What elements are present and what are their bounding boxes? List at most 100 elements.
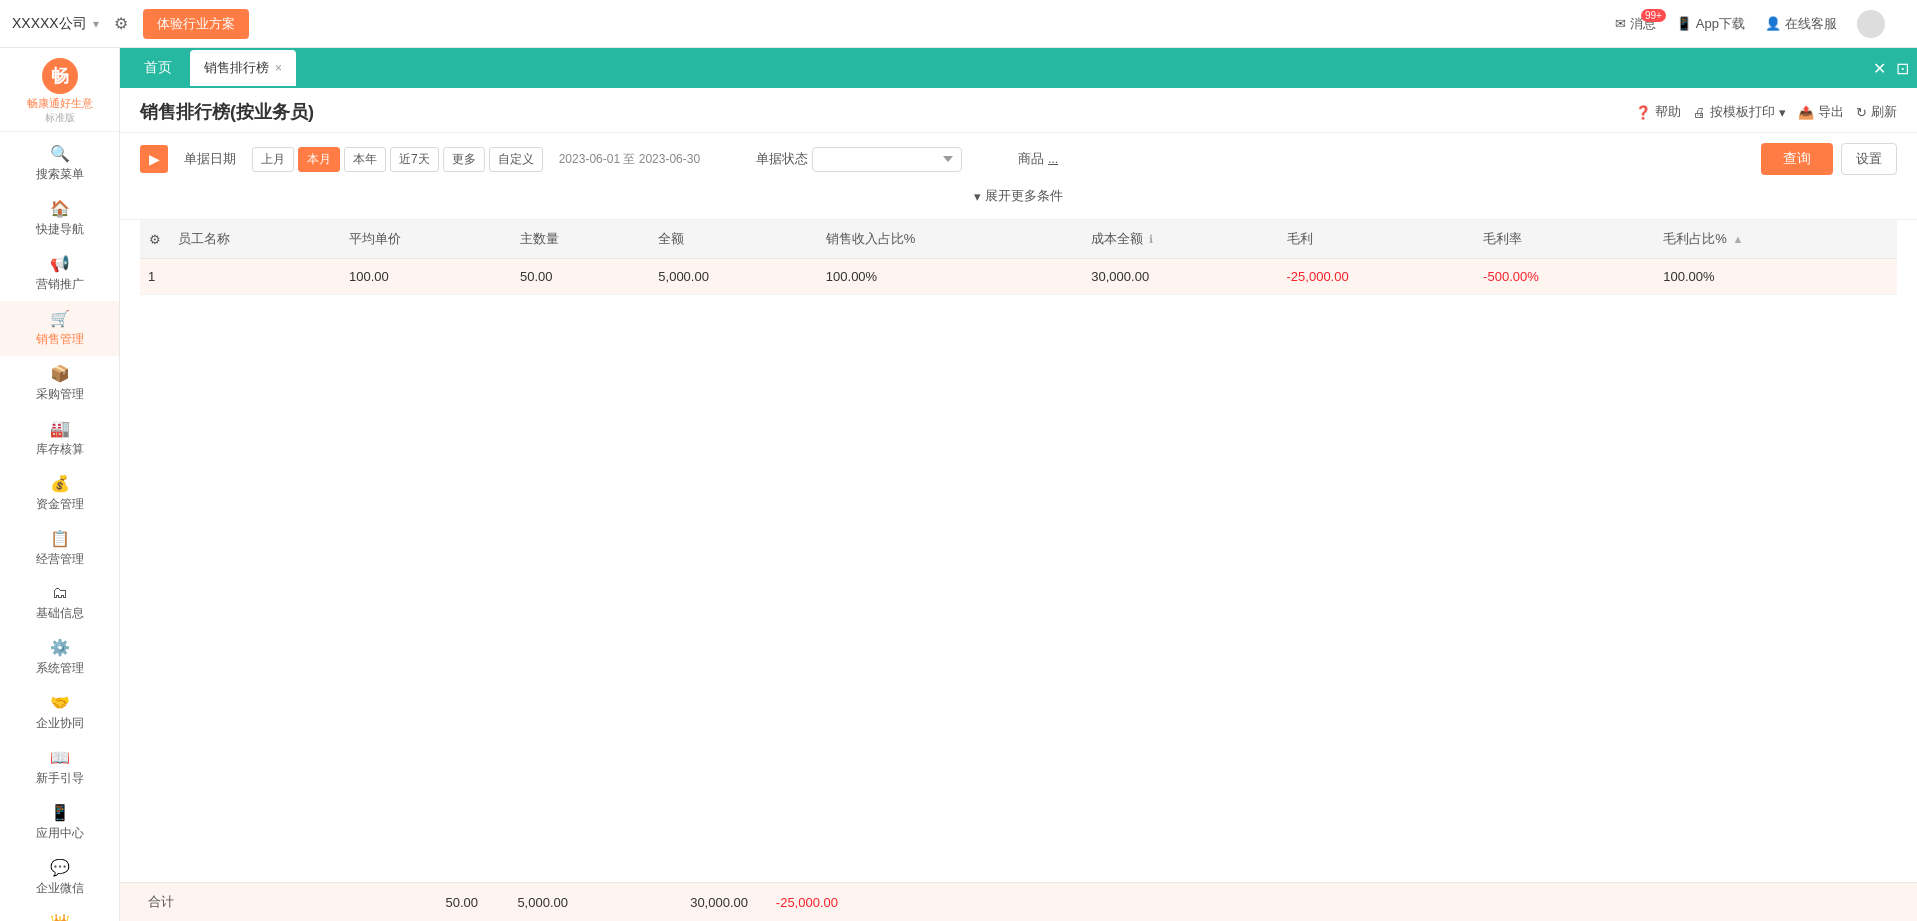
filter-toggle-button[interactable]: ▶ xyxy=(140,145,168,173)
chevron-down-icon: ▾ xyxy=(93,17,99,31)
goods-more-btn[interactable]: ... xyxy=(1048,152,1058,166)
cell-profit-pct: 100.00% xyxy=(1655,259,1897,295)
logo-icon: 畅 xyxy=(42,58,78,94)
sales-icon: 🛒 xyxy=(50,309,70,328)
date-buttons: 上月 本月 本年 近7天 更多 自定义 xyxy=(252,147,543,172)
footer-total-label: 合计 xyxy=(148,893,228,911)
trial-button[interactable]: 体验行业方案 xyxy=(143,9,249,39)
date-btn-this-year[interactable]: 本年 xyxy=(344,147,386,172)
help-button[interactable]: ❓ 帮助 xyxy=(1635,103,1681,121)
page-title: 销售排行榜(按业务员) xyxy=(140,100,314,124)
sidebar-label-wechat: 企业微信 xyxy=(36,880,84,897)
sidebar-item-wechat[interactable]: 💬 企业微信 xyxy=(0,850,119,905)
sidebar-item-app-center[interactable]: 📱 应用中心 xyxy=(0,795,119,850)
logo-sub: 标准版 xyxy=(45,111,75,125)
page-content: 销售排行榜(按业务员) ❓ 帮助 🖨 按模板打印 ▾ 📤 导出 ↻ 刷新 xyxy=(120,88,1917,921)
sidebar-label-guide: 新手引导 xyxy=(36,770,84,787)
message-icon: ✉ xyxy=(1615,16,1626,31)
expand-conditions-button[interactable]: ▾ 展开更多条件 xyxy=(974,187,1063,205)
system-icon: ⚙️ xyxy=(50,638,70,657)
sidebar-label-search: 搜索菜单 xyxy=(36,166,84,183)
main-content: 首页 销售排行榜 × ✕ ⊡ 销售排行榜(按业务员) ❓ 帮助 🖨 按模板打印 … xyxy=(120,48,1917,921)
help-icon: ❓ xyxy=(1635,105,1651,120)
print-button[interactable]: 🖨 按模板打印 ▾ xyxy=(1693,103,1786,121)
column-settings-button[interactable]: 设置 xyxy=(1841,143,1897,175)
sidebar-label-purchase: 采购管理 xyxy=(36,386,84,403)
cell-avg-price: 100.00 xyxy=(341,259,512,295)
sidebar-item-system[interactable]: ⚙️ 系统管理 xyxy=(0,630,119,685)
sidebar-label-sales: 销售管理 xyxy=(36,331,84,348)
restore-window-icon[interactable]: ⊡ xyxy=(1896,59,1909,78)
sidebar-item-guide[interactable]: 📖 新手引导 xyxy=(0,740,119,795)
cost-info-icon: ℹ xyxy=(1149,233,1153,245)
sidebar-item-quick-nav[interactable]: 🏠 快捷导航 xyxy=(0,191,119,246)
expand-chevron-icon: ▾ xyxy=(974,189,981,204)
date-btn-current-month[interactable]: 本月 xyxy=(298,147,340,172)
tab-sales-ranking[interactable]: 销售排行榜 × xyxy=(190,50,296,86)
col-profit-rate: 毛利率 xyxy=(1475,220,1655,259)
col-avg-price: 平均单价 xyxy=(341,220,512,259)
sidebar-item-finance[interactable]: 💰 资金管理 xyxy=(0,466,119,521)
top-bar-right: ✉ 消息 99+ 📱 App下载 👤 在线客服 xyxy=(1615,10,1905,38)
tab-bar: 首页 销售排行榜 × ✕ ⊡ xyxy=(120,48,1917,88)
logo-area: 畅 畅康通好生意 标准版 xyxy=(0,48,119,132)
sidebar-item-basic-info[interactable]: 🗂 基础信息 xyxy=(0,576,119,630)
status-label: 单据状态 xyxy=(756,150,808,168)
cell-cost: 30,000.00 xyxy=(1083,259,1278,295)
tab-close-icon[interactable]: × xyxy=(275,61,282,75)
sidebar-label-marketing: 营销推广 xyxy=(36,276,84,293)
sidebar-item-member[interactable]: 👑 畅会员 xyxy=(0,905,119,921)
goods-label: 商品 xyxy=(1018,150,1044,168)
top-bar: XXXXX公司 ▾ ⚙ 体验行业方案 ✉ 消息 99+ 📱 App下载 👤 在线… xyxy=(0,0,1917,48)
sidebar-item-purchase[interactable]: 📦 采购管理 xyxy=(0,356,119,411)
print-chevron-icon: ▾ xyxy=(1779,105,1786,120)
filter-row-1: ▶ 单据日期 上月 本月 本年 近7天 更多 自定义 2023-06-01 至 … xyxy=(140,143,1897,175)
table-footer: 合计 50.00 5,000.00 30,000.00 -25,000.00 xyxy=(120,882,1917,921)
cell-profit: -25,000.00 xyxy=(1279,259,1476,295)
company-selector[interactable]: XXXXX公司 ▾ xyxy=(12,15,99,33)
export-button[interactable]: 📤 导出 xyxy=(1798,103,1844,121)
date-btn-more[interactable]: 更多 xyxy=(443,147,485,172)
cell-profit-rate: -500.00% xyxy=(1475,259,1655,295)
cell-main-qty: 50.00 xyxy=(512,259,650,295)
sidebar-item-inventory[interactable]: 🏭 库存核算 xyxy=(0,411,119,466)
query-button[interactable]: 查询 xyxy=(1761,143,1833,175)
sidebar-item-operations[interactable]: 📋 经营管理 xyxy=(0,521,119,576)
sidebar-item-marketing[interactable]: 📢 营销推广 xyxy=(0,246,119,301)
date-btn-custom[interactable]: 自定义 xyxy=(489,147,543,172)
app-download-button[interactable]: 📱 App下载 xyxy=(1676,15,1745,33)
avatar[interactable] xyxy=(1857,10,1885,38)
cell-seq: 1 xyxy=(140,259,170,295)
date-btn-7days[interactable]: 近7天 xyxy=(390,147,439,172)
col-profit: 毛利 xyxy=(1279,220,1476,259)
close-window-icon[interactable]: ✕ xyxy=(1873,59,1886,78)
inventory-icon: 🏭 xyxy=(50,419,70,438)
tab-label: 销售排行榜 xyxy=(204,59,269,77)
col-main-qty: 主数量 xyxy=(512,220,650,259)
refresh-button[interactable]: ↻ 刷新 xyxy=(1856,103,1897,121)
expand-row: ▾ 展开更多条件 xyxy=(140,183,1897,209)
sidebar-item-sales[interactable]: 🛒 销售管理 xyxy=(0,301,119,356)
online-service-button[interactable]: 👤 在线客服 xyxy=(1765,15,1837,33)
date-btn-last-month[interactable]: 上月 xyxy=(252,147,294,172)
date-range: 2023-06-01 至 2023-06-30 xyxy=(559,151,700,168)
finance-icon: 💰 xyxy=(50,474,70,493)
settings-icon-btn[interactable]: ⚙ xyxy=(107,10,135,38)
sidebar-item-collab[interactable]: 🤝 企业协同 xyxy=(0,685,119,740)
col-settings[interactable]: ⚙ xyxy=(140,220,170,259)
status-select[interactable] xyxy=(812,147,962,172)
logo-title: 畅康通好生意 xyxy=(27,96,93,111)
col-sales-pct: 销售收入占比% xyxy=(818,220,1083,259)
col-employee: 员工名称 xyxy=(170,220,341,259)
company-name: XXXXX公司 xyxy=(12,15,87,33)
sidebar-label-operations: 经营管理 xyxy=(36,551,84,568)
message-button[interactable]: ✉ 消息 99+ xyxy=(1615,15,1656,33)
sidebar-item-search[interactable]: 🔍 搜索菜单 xyxy=(0,136,119,191)
service-label: 在线客服 xyxy=(1785,15,1837,33)
purchase-icon: 📦 xyxy=(50,364,70,383)
footer-profit: -25,000.00 xyxy=(768,895,858,910)
wechat-icon: 💬 xyxy=(50,858,70,877)
profit-pct-icon: ▲ xyxy=(1733,233,1744,245)
tab-home[interactable]: 首页 xyxy=(128,48,188,88)
sidebar-menu: 🔍 搜索菜单 🏠 快捷导航 📢 营销推广 🛒 销售管理 📦 采购管理 🏭 库存核… xyxy=(0,132,119,921)
